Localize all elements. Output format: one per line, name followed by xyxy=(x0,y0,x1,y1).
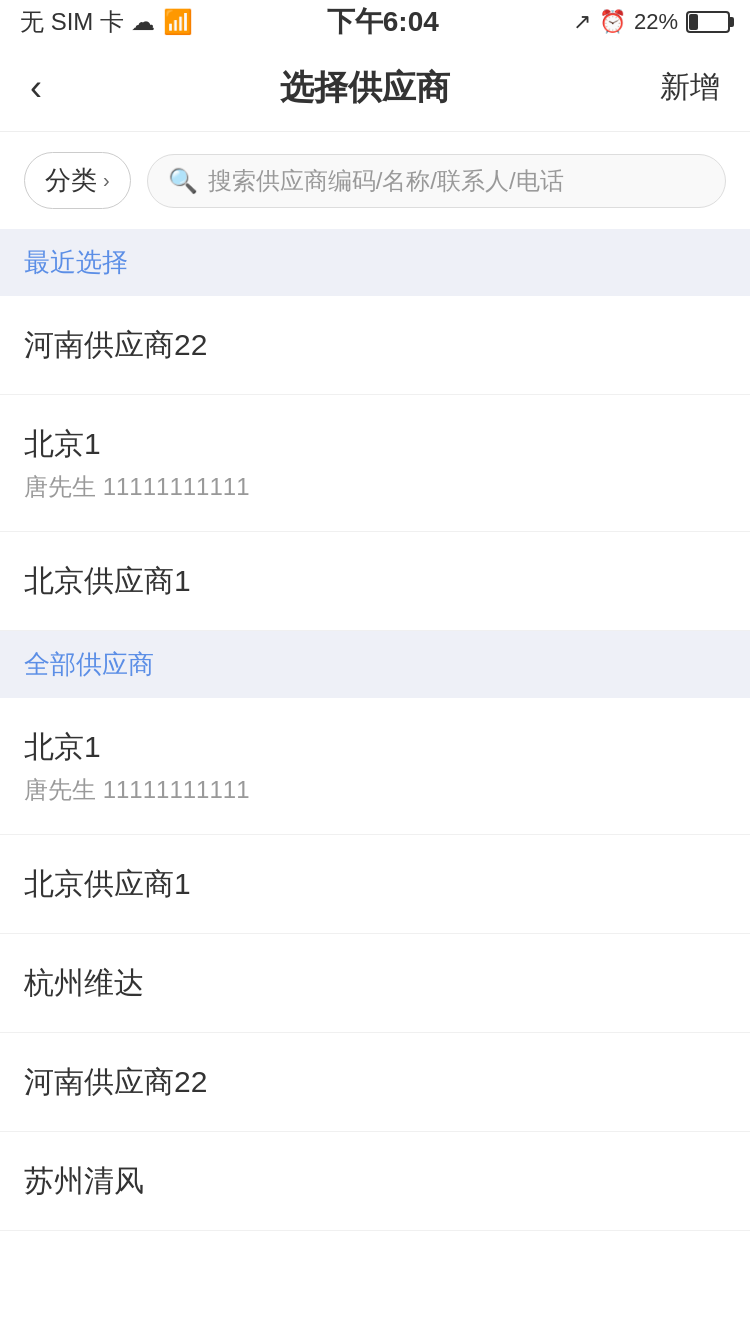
item-name: 北京供应商1 xyxy=(24,863,726,905)
all-list-item[interactable]: 河南供应商22 xyxy=(0,1033,750,1132)
recent-list-item[interactable]: 河南供应商22 xyxy=(0,296,750,395)
item-sub: 唐先生 11111111111 xyxy=(24,774,726,806)
location-icon: ↗ xyxy=(573,9,591,35)
status-bar: 无 SIM 卡 ☁ 📶 下午6:04 ↗ ⏰ 22% xyxy=(0,0,750,44)
back-button[interactable]: ‹ xyxy=(30,67,90,109)
wifi-icon: 📶 xyxy=(163,8,193,36)
add-button[interactable]: 新增 xyxy=(640,67,720,108)
nav-bar: ‹ 选择供应商 新增 xyxy=(0,44,750,132)
all-section-header: 全部供应商 xyxy=(0,631,750,698)
status-right: ↗ ⏰ 22% xyxy=(573,9,730,35)
item-name: 苏州清风 xyxy=(24,1160,726,1202)
search-placeholder: 搜索供应商编码/名称/联系人/电话 xyxy=(208,165,564,197)
recent-section-header: 最近选择 xyxy=(0,229,750,296)
all-list-item[interactable]: 苏州清风 xyxy=(0,1132,750,1231)
search-box[interactable]: 🔍 搜索供应商编码/名称/联系人/电话 xyxy=(147,154,726,208)
recent-list-item[interactable]: 北京1 唐先生 11111111111 xyxy=(0,395,750,532)
nav-title: 选择供应商 xyxy=(280,65,450,111)
item-name: 杭州维达 xyxy=(24,962,726,1004)
item-name: 河南供应商22 xyxy=(24,324,726,366)
all-list-item[interactable]: 杭州维达 xyxy=(0,934,750,1033)
all-list-item[interactable]: 北京供应商1 xyxy=(0,835,750,934)
battery-icon xyxy=(686,11,730,33)
item-name: 北京1 xyxy=(24,423,726,465)
filter-bar: 分类 › 🔍 搜索供应商编码/名称/联系人/电话 xyxy=(0,132,750,229)
recent-list: 河南供应商22 北京1 唐先生 11111111111 北京供应商1 xyxy=(0,296,750,631)
sim-status: 无 SIM 卡 ☁ xyxy=(20,6,155,38)
status-time: 下午6:04 xyxy=(327,3,439,41)
item-name: 北京1 xyxy=(24,726,726,768)
item-sub: 唐先生 11111111111 xyxy=(24,471,726,503)
recent-list-item[interactable]: 北京供应商1 xyxy=(0,532,750,631)
chevron-right-icon: › xyxy=(103,169,110,192)
battery-percent: 22% xyxy=(634,9,678,35)
all-list: 北京1 唐先生 11111111111 北京供应商1 杭州维达 河南供应商22 苏… xyxy=(0,698,750,1231)
category-label: 分类 xyxy=(45,163,97,198)
search-icon: 🔍 xyxy=(168,167,198,195)
item-name: 北京供应商1 xyxy=(24,560,726,602)
all-list-item[interactable]: 北京1 唐先生 11111111111 xyxy=(0,698,750,835)
alarm-icon: ⏰ xyxy=(599,9,626,35)
item-name: 河南供应商22 xyxy=(24,1061,726,1103)
status-left: 无 SIM 卡 ☁ 📶 xyxy=(20,6,193,38)
category-button[interactable]: 分类 › xyxy=(24,152,131,209)
